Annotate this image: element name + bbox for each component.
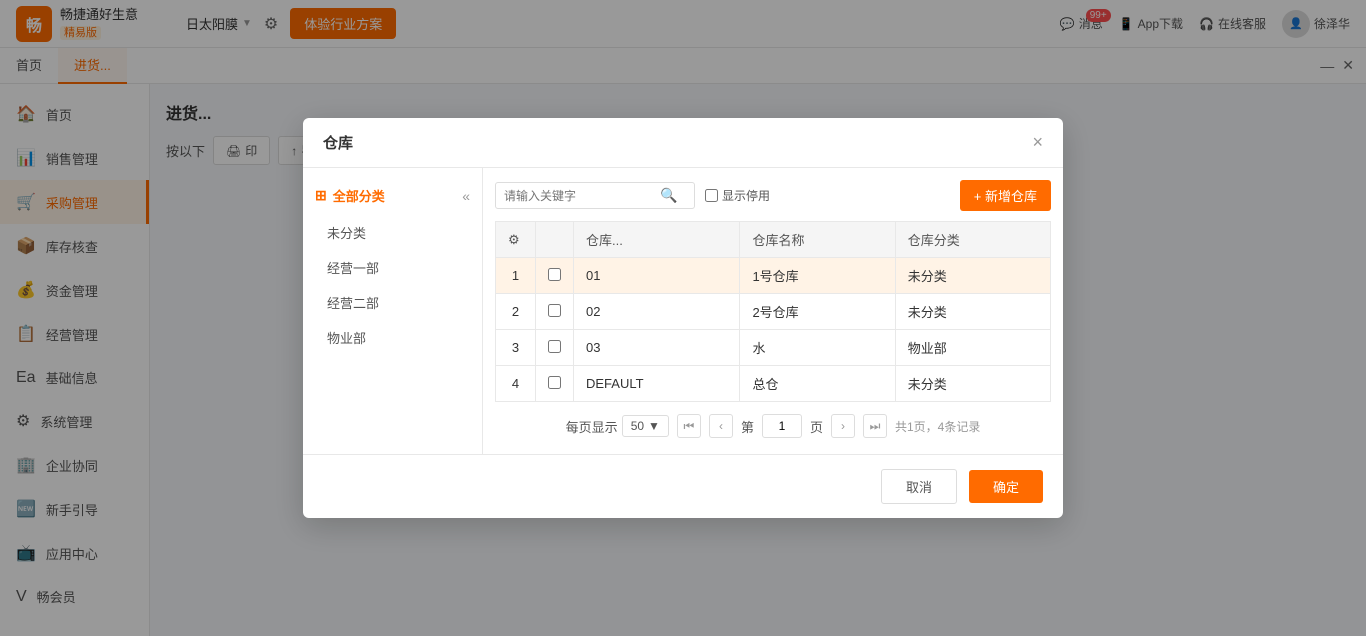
table-panel: 🔍 显示停用 + 新增仓库 ⚙ <box>483 168 1063 454</box>
cancel-button[interactable]: 取消 <box>881 469 957 504</box>
row-name: 总仓 <box>740 366 895 402</box>
per-page-value: 50 <box>631 419 644 433</box>
dialog-close-btn[interactable]: × <box>1032 132 1043 153</box>
col-settings: ⚙ <box>496 222 536 258</box>
prev-page-btn[interactable]: ‹ <box>709 414 733 438</box>
page-label: 第 <box>741 417 754 436</box>
add-warehouse-btn[interactable]: + 新增仓库 <box>960 180 1051 211</box>
warehouse-dialog: 仓库 × ⊞ 全部分类 « 未分类 经营一部 经营二部 物业部 <box>303 118 1063 518</box>
row-code: 02 <box>574 294 740 330</box>
search-wrap[interactable]: 🔍 <box>495 182 695 209</box>
dialog-footer: 取消 确定 <box>303 454 1063 518</box>
col-code[interactable]: 仓库... <box>574 222 740 258</box>
pagination: 每页显示 50 ▼ ⏮ ‹ 第 页 › ⏭ 共1页，4条记录 <box>495 402 1051 442</box>
warehouse-table: ⚙ 仓库... 仓库名称 仓库分类 <box>495 221 1051 402</box>
row-category: 未分类 <box>895 366 1050 402</box>
col-category[interactable]: 仓库分类 <box>895 222 1050 258</box>
col-name[interactable]: 仓库名称 <box>740 222 895 258</box>
confirm-button[interactable]: 确定 <box>969 470 1043 503</box>
row-category: 未分类 <box>895 294 1050 330</box>
dialog-title: 仓库 <box>323 132 353 153</box>
row-category: 物业部 <box>895 330 1050 366</box>
category-item-property[interactable]: 物业部 <box>303 320 482 355</box>
page-unit: 页 <box>810 417 823 436</box>
per-page-label: 每页显示 <box>566 417 618 436</box>
show-disabled-label: 显示停用 <box>722 187 770 204</box>
category-item-unclassified[interactable]: 未分类 <box>303 215 482 250</box>
row-num: 3 <box>496 330 536 366</box>
row-checkbox[interactable] <box>536 366 574 402</box>
table-row[interactable]: 2 02 2号仓库 未分类 <box>496 294 1051 330</box>
all-categories-label: 全部分类 <box>333 186 385 205</box>
first-page-btn[interactable]: ⏮ <box>677 414 701 438</box>
row-checkbox[interactable] <box>536 330 574 366</box>
category-panel: ⊞ 全部分类 « 未分类 经营一部 经营二部 物业部 <box>303 168 483 454</box>
col-check <box>536 222 574 258</box>
next-page-btn[interactable]: › <box>831 414 855 438</box>
row-checkbox[interactable] <box>536 294 574 330</box>
last-page-btn[interactable]: ⏭ <box>863 414 887 438</box>
table-row[interactable]: 1 01 1号仓库 未分类 <box>496 258 1051 294</box>
row-name: 水 <box>740 330 895 366</box>
row-num: 1 <box>496 258 536 294</box>
search-input[interactable] <box>504 189 654 203</box>
search-icon: 🔍 <box>660 187 677 204</box>
row-name: 1号仓库 <box>740 258 895 294</box>
modal-overlay: 仓库 × ⊞ 全部分类 « 未分类 经营一部 经营二部 物业部 <box>0 0 1366 636</box>
row-code: 01 <box>574 258 740 294</box>
show-disabled-checkbox[interactable] <box>705 189 718 202</box>
page-input[interactable] <box>762 414 802 438</box>
category-item-ops2[interactable]: 经营二部 <box>303 285 482 320</box>
show-disabled-wrap: 显示停用 <box>705 187 770 204</box>
row-checkbox[interactable] <box>536 258 574 294</box>
page-size-dropdown[interactable]: 50 ▼ <box>622 415 669 437</box>
table-toolbar: 🔍 显示停用 + 新增仓库 <box>495 180 1051 211</box>
all-categories-btn[interactable]: ⊞ 全部分类 <box>315 186 385 205</box>
page-total-info: 共1页，4条记录 <box>895 418 980 435</box>
table-row[interactable]: 3 03 水 物业部 <box>496 330 1051 366</box>
table-row[interactable]: 4 DEFAULT 总仓 未分类 <box>496 366 1051 402</box>
dialog-header: 仓库 × <box>303 118 1063 168</box>
row-code: 03 <box>574 330 740 366</box>
dropdown-arrow-icon: ▼ <box>648 419 660 433</box>
row-category: 未分类 <box>895 258 1050 294</box>
row-num: 2 <box>496 294 536 330</box>
row-code: DEFAULT <box>574 366 740 402</box>
collapse-icon[interactable]: « <box>462 188 470 204</box>
category-item-ops1[interactable]: 经营一部 <box>303 250 482 285</box>
grid-icon: ⊞ <box>315 187 327 204</box>
dialog-body: ⊞ 全部分类 « 未分类 经营一部 经营二部 物业部 🔍 <box>303 168 1063 454</box>
row-num: 4 <box>496 366 536 402</box>
row-name: 2号仓库 <box>740 294 895 330</box>
category-header: ⊞ 全部分类 « <box>303 180 482 215</box>
page-size-select: 每页显示 50 ▼ <box>566 415 669 437</box>
